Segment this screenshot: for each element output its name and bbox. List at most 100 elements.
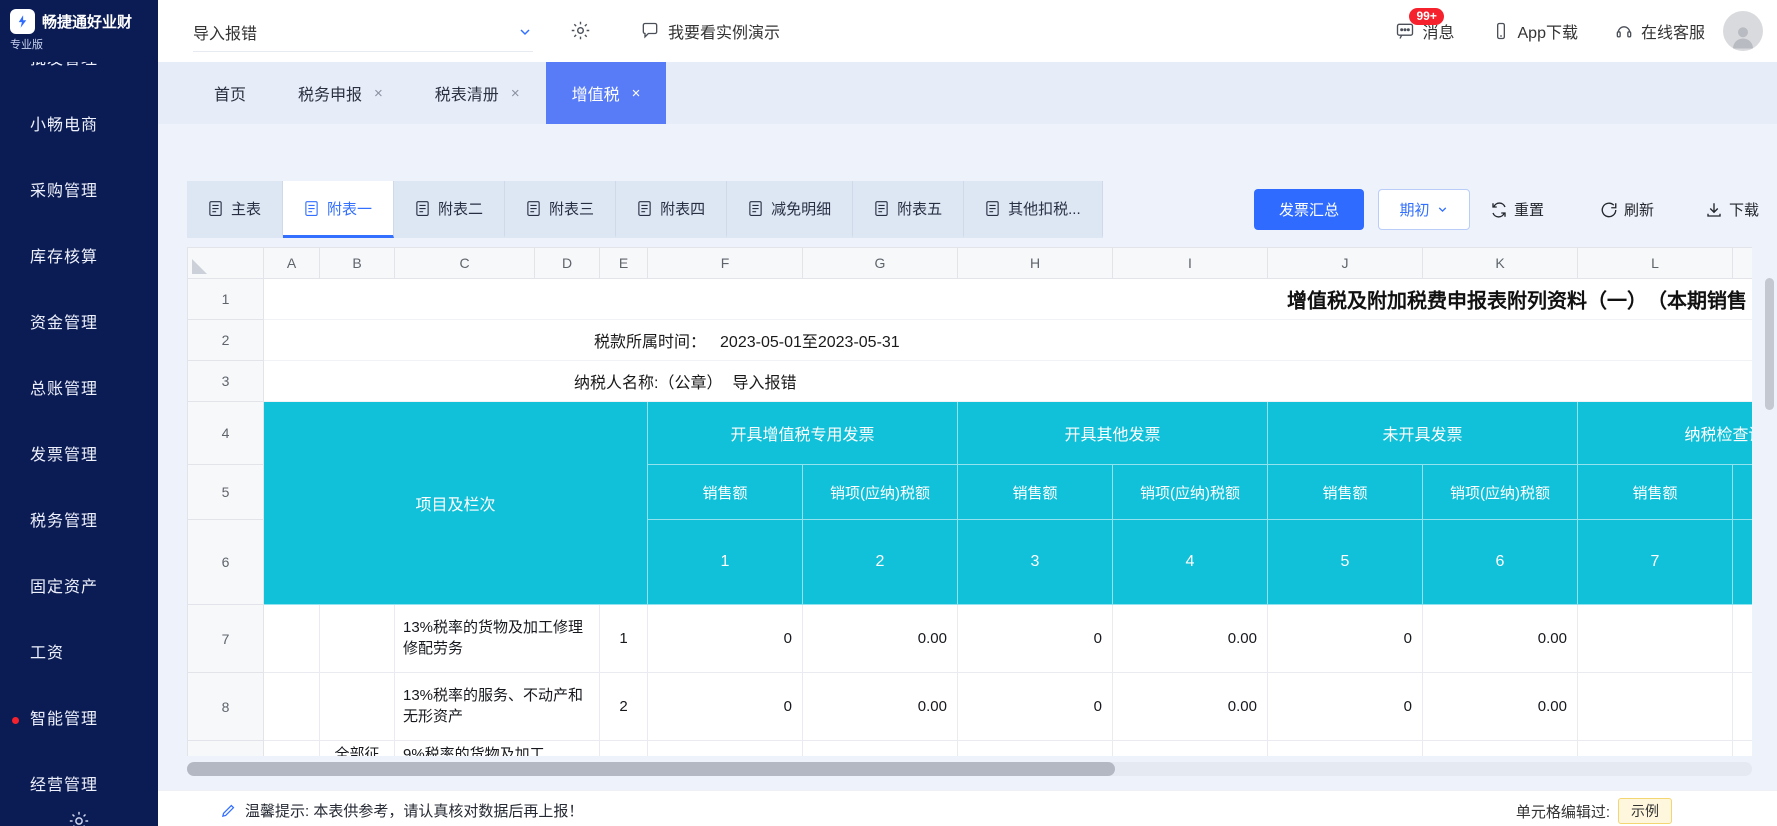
page-tab-1[interactable]: 税务申报 × xyxy=(272,62,409,124)
sidebar-item-1[interactable]: 小畅电商 xyxy=(0,93,158,159)
column-header-B[interactable]: B xyxy=(320,248,395,279)
demo-link[interactable]: 我要看实例演示 xyxy=(640,19,780,43)
line-number-cell[interactable]: 1 xyxy=(600,605,648,673)
sidebar-item-3[interactable]: 库存核算 xyxy=(0,225,158,291)
close-icon[interactable]: × xyxy=(632,85,641,102)
title-row-cell[interactable]: 增值税及附加税费申报表附列资料（一） （本期销售 xyxy=(264,279,1752,320)
cell-b[interactable] xyxy=(320,605,395,673)
row-label-cell[interactable]: 13%税率的货物及加工修理修配劳务 xyxy=(395,605,600,673)
horizontal-scrollbar-thumb[interactable] xyxy=(187,762,1115,776)
value-cell[interactable] xyxy=(958,741,1113,756)
cell-a[interactable] xyxy=(264,605,320,673)
column-header-F[interactable]: F xyxy=(648,248,803,279)
select-all-corner[interactable] xyxy=(188,248,264,279)
value-cell[interactable]: 0 xyxy=(1268,673,1423,741)
download-button[interactable]: 下载 xyxy=(1705,189,1759,230)
value-cell[interactable]: 0.00 xyxy=(803,673,958,741)
sidebar-item-6[interactable]: 发票管理 xyxy=(0,423,158,489)
row-header[interactable]: 2 xyxy=(188,320,264,361)
column-header-C[interactable]: C xyxy=(395,248,535,279)
sidebar-item-5[interactable]: 总账管理 xyxy=(0,357,158,423)
app-download-button[interactable]: App下载 xyxy=(1491,19,1578,43)
sidebar-item-4[interactable]: 资金管理 xyxy=(0,291,158,357)
column-header-D[interactable]: D xyxy=(535,248,600,279)
page-tab-2[interactable]: 税表清册 × xyxy=(409,62,546,124)
value-cell[interactable] xyxy=(1578,605,1733,673)
report-select[interactable]: 导入报错 xyxy=(193,12,533,52)
column-header-E[interactable]: E xyxy=(600,248,648,279)
sidebar-item-10[interactable]: 智能管理 xyxy=(0,687,158,753)
sidebar-item-11[interactable]: 经营管理 xyxy=(0,753,158,819)
page-tab-0[interactable]: 首页 xyxy=(188,62,272,124)
value-cell[interactable]: 0 xyxy=(958,673,1113,741)
settings-gear-icon[interactable] xyxy=(570,20,591,41)
value-cell[interactable]: 0.00 xyxy=(1113,605,1268,673)
sidebar-item-8[interactable]: 固定资产 xyxy=(0,555,158,621)
horizontal-scrollbar-track[interactable] xyxy=(187,762,1752,776)
row-header[interactable]: 4 xyxy=(188,402,264,465)
row-header[interactable]: 8 xyxy=(188,673,264,741)
sheet-tab-0[interactable]: 主表 xyxy=(187,181,284,238)
close-icon[interactable]: × xyxy=(374,85,383,102)
sidebar-item-7[interactable]: 税务管理 xyxy=(0,489,158,555)
column-header-L[interactable]: L xyxy=(1578,248,1733,279)
line-number-cell[interactable]: 2 xyxy=(600,673,648,741)
row-header[interactable]: 5 xyxy=(188,465,264,520)
sheet-tab-5[interactable]: 减免明细 xyxy=(727,181,854,238)
group-label-cell[interactable]: 全部征 xyxy=(320,741,395,756)
value-cell[interactable]: 0 xyxy=(648,673,803,741)
cell-b[interactable] xyxy=(320,673,395,741)
refresh-button[interactable]: 刷新 xyxy=(1600,189,1654,230)
sheet-tab-3[interactable]: 附表三 xyxy=(505,181,617,238)
column-header-J[interactable]: J xyxy=(1268,248,1423,279)
value-cell[interactable]: 0.00 xyxy=(803,605,958,673)
sheet-tab-6[interactable]: 附表五 xyxy=(853,181,965,238)
value-cell[interactable] xyxy=(1733,605,1752,673)
column-header-G[interactable]: G xyxy=(803,248,958,279)
column-header-A[interactable]: A xyxy=(264,248,320,279)
period-dropdown-button[interactable]: 期初 xyxy=(1378,189,1470,230)
sheet-tab-2[interactable]: 附表二 xyxy=(394,181,506,238)
value-cell[interactable]: 0 xyxy=(648,605,803,673)
line-number-cell[interactable] xyxy=(600,741,648,756)
value-cell[interactable] xyxy=(1733,673,1752,741)
value-cell[interactable]: 0.00 xyxy=(1113,673,1268,741)
taxpayer-row-cell[interactable]: 纳税人名称:（公章） 导入报错 xyxy=(264,361,1752,402)
value-cell[interactable] xyxy=(1268,741,1423,756)
sheet-tab-4[interactable]: 附表四 xyxy=(616,181,728,238)
reset-button[interactable]: 重置 xyxy=(1490,189,1544,230)
value-cell[interactable]: 0.00 xyxy=(1423,673,1578,741)
avatar[interactable] xyxy=(1723,11,1763,51)
sidebar-item-2[interactable]: 采购管理 xyxy=(0,159,158,225)
cell-a[interactable] xyxy=(264,741,320,756)
row-header[interactable]: 7 xyxy=(188,605,264,673)
row-header[interactable]: 1 xyxy=(188,279,264,320)
value-cell[interactable]: 0 xyxy=(1268,605,1423,673)
value-cell[interactable] xyxy=(1423,741,1578,756)
row-label-cell[interactable]: 13%税率的服务、不动产和无形资产 xyxy=(395,673,600,741)
value-cell[interactable] xyxy=(803,741,958,756)
value-cell[interactable] xyxy=(1733,741,1752,756)
period-row-cell[interactable]: 税款所属时间： 2023-05-01至2023-05-31 xyxy=(264,320,1752,361)
value-cell[interactable] xyxy=(1578,673,1733,741)
online-service-button[interactable]: 在线客服 xyxy=(1614,19,1705,43)
cell-a[interactable] xyxy=(264,673,320,741)
messages-button[interactable]: 99+ 消息 xyxy=(1395,8,1455,43)
column-header-I[interactable]: I xyxy=(1113,248,1268,279)
invoice-summary-button[interactable]: 发票汇总 xyxy=(1254,189,1364,230)
value-cell[interactable]: 0 xyxy=(958,605,1113,673)
column-header-K[interactable]: K xyxy=(1423,248,1578,279)
row-header[interactable] xyxy=(188,741,264,756)
sheet-tab-7[interactable]: 其他扣税... xyxy=(964,181,1103,238)
vertical-scrollbar-thumb[interactable] xyxy=(1765,278,1774,410)
sidebar-item-9[interactable]: 工资 xyxy=(0,621,158,687)
value-cell[interactable] xyxy=(1113,741,1268,756)
row-header[interactable]: 3 xyxy=(188,361,264,402)
page-tab-3[interactable]: 增值税 × xyxy=(545,62,667,124)
column-header-M[interactable]: M xyxy=(1733,248,1752,279)
value-cell[interactable] xyxy=(1578,741,1733,756)
close-icon[interactable]: × xyxy=(511,85,520,102)
row-header[interactable]: 6 xyxy=(188,520,264,605)
row-label-cell[interactable]: 9%税率的货物及加工 xyxy=(395,741,600,756)
sheet-tab-1[interactable]: 附表一 xyxy=(283,181,395,238)
